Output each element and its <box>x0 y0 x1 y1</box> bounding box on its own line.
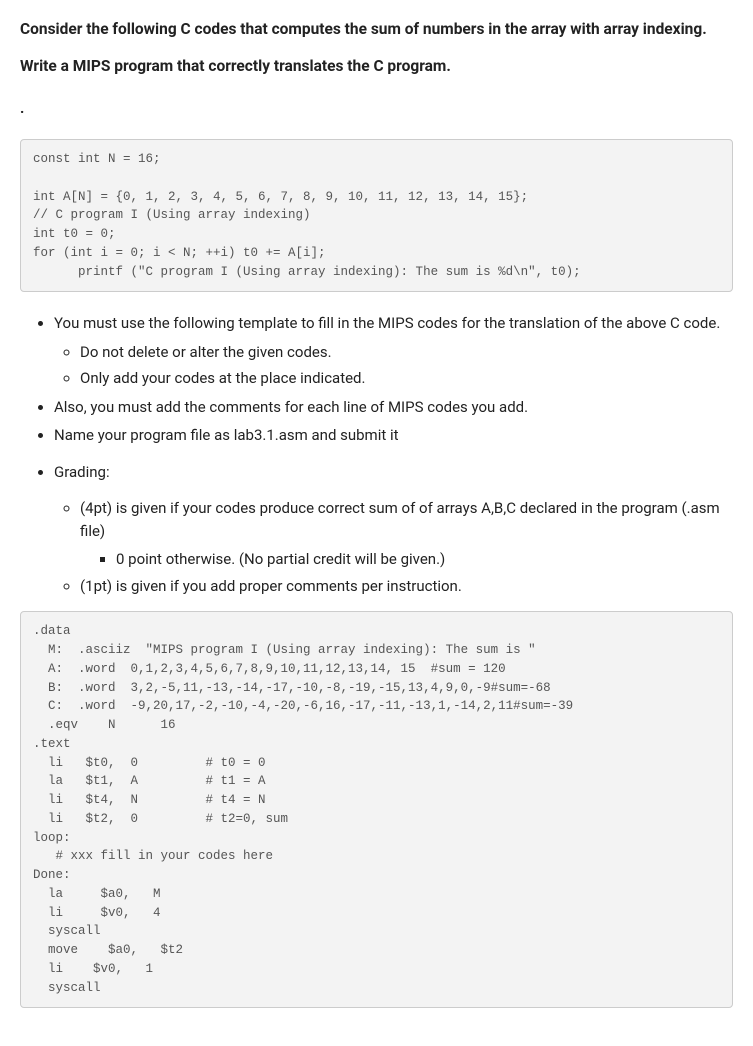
grading-sublist: (4pt) is given if your codes produce cor… <box>54 497 733 597</box>
question-heading-1: Consider the following C codes that comp… <box>20 18 733 41</box>
grading-subtext: (4pt) is given if your codes produce cor… <box>80 499 720 540</box>
stray-dot: . <box>20 97 733 120</box>
instruction-item: You must use the following template to f… <box>54 312 733 390</box>
instruction-item: Name your program file as lab3.1.asm and… <box>54 424 733 447</box>
instruction-subitem: Do not delete or alter the given codes. <box>80 341 733 364</box>
c-code-block: const int N = 16; int A[N] = {0, 1, 2, 3… <box>20 139 733 292</box>
question-heading-2: Write a MIPS program that correctly tran… <box>20 55 733 78</box>
grading-subitem: (1pt) is given if you add proper comment… <box>80 575 733 598</box>
grading-subsublist: 0 point otherwise. (No partial credit wi… <box>80 548 733 571</box>
instruction-list: You must use the following template to f… <box>20 312 733 447</box>
instruction-text: You must use the following template to f… <box>54 314 720 332</box>
mips-code-block: .data M: .asciiz "MIPS program I (Using … <box>20 611 733 1008</box>
instruction-sublist: Do not delete or alter the given codes. … <box>54 341 733 390</box>
grading-subsubitem: 0 point otherwise. (No partial credit wi… <box>116 548 733 571</box>
grading-text: Grading: <box>54 463 110 481</box>
instruction-item: Also, you must add the comments for each… <box>54 396 733 419</box>
grading-list: Grading: (4pt) is given if your codes pr… <box>20 461 733 598</box>
instruction-subitem: Only add your codes at the place indicat… <box>80 367 733 390</box>
grading-subitem: (4pt) is given if your codes produce cor… <box>80 497 733 571</box>
grading-item: Grading: (4pt) is given if your codes pr… <box>54 461 733 598</box>
